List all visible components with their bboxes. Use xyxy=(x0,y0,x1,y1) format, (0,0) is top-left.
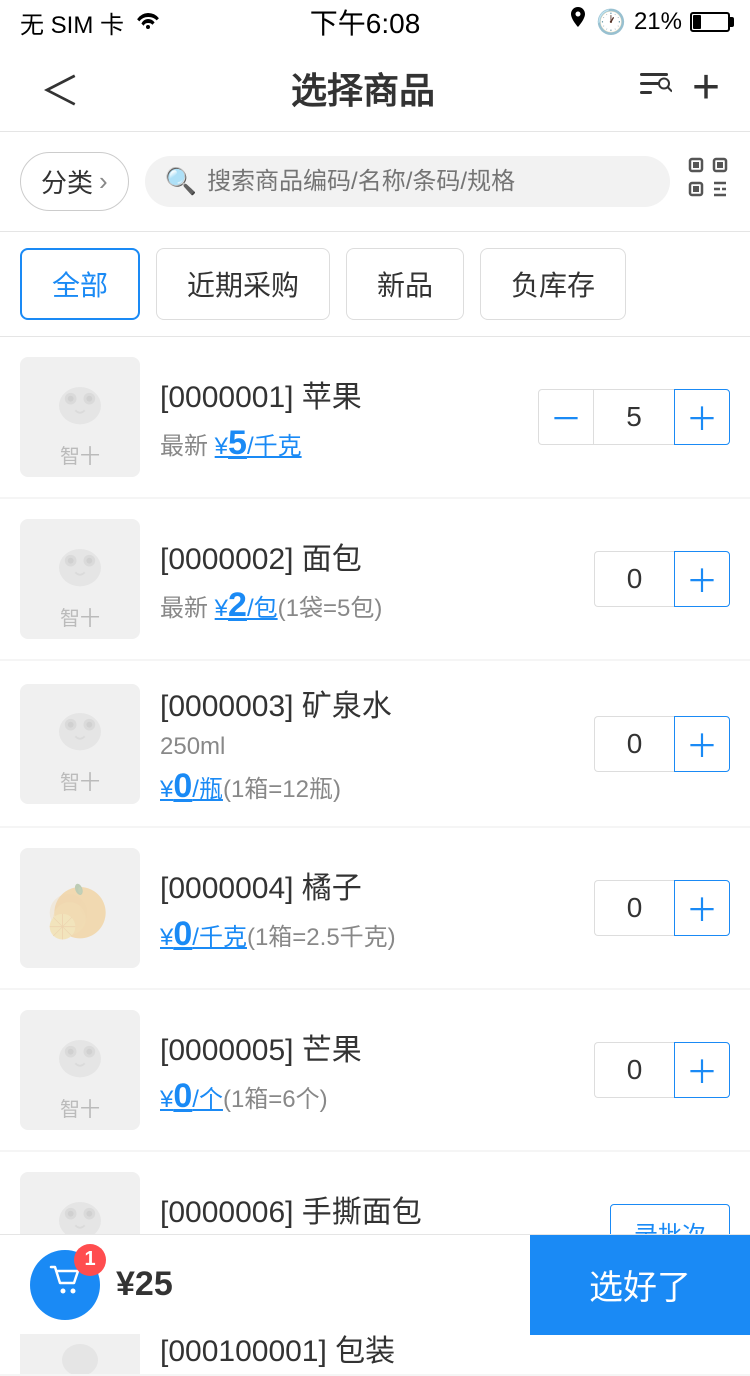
cart-area: 1 ¥25 xyxy=(0,1250,530,1320)
product-image: 智十 xyxy=(20,519,140,639)
status-right: 🕐 21% xyxy=(568,7,730,38)
tab-all[interactable]: 全部 xyxy=(20,248,140,320)
tabs-bar: 全部 近期采购 新品 负库存 xyxy=(0,232,750,337)
product-info: [0000002] 面包 最新 ¥2/包(1袋=5包) xyxy=(160,534,574,625)
quantity-decrease-button[interactable]: － xyxy=(538,389,594,445)
nav-bar: ＜ 选择商品 + xyxy=(0,44,750,132)
filter-bar: 分类 › 🔍 xyxy=(0,132,750,232)
product-price: ¥0/瓶(1箱=12瓶) xyxy=(160,767,574,806)
quantity-increase-button[interactable]: ＋ xyxy=(674,389,730,445)
product-price: ¥0/千克(1箱=2.5千克) xyxy=(160,915,574,954)
list-item: 智十 [0000001] 苹果 最新 ¥5/千克 － ＋ xyxy=(0,337,750,497)
search-input[interactable] xyxy=(207,168,650,196)
filter-icon[interactable] xyxy=(636,65,672,111)
quantity-increase-button[interactable]: ＋ xyxy=(674,551,730,607)
product-name: [0000006] 手撕面包 xyxy=(160,1187,590,1231)
quantity-input[interactable] xyxy=(594,716,674,772)
product-name: [0000005] 芒果 xyxy=(160,1025,574,1069)
list-item: 智十 [0000002] 面包 最新 ¥2/包(1袋=5包) ＋ xyxy=(0,499,750,659)
product-list: 智十 [0000001] 苹果 最新 ¥5/千克 － ＋ xyxy=(0,337,750,1374)
quantity-input[interactable] xyxy=(594,551,674,607)
product-price: 最新 ¥5/千克 xyxy=(160,424,518,463)
battery-percent: 21% xyxy=(634,8,682,36)
quantity-increase-button[interactable]: ＋ xyxy=(674,1042,730,1098)
list-item: 智十 [0000005] 芒果 ¥0/个(1箱=6个) ＋ xyxy=(0,990,750,1150)
carrier-label: 无 SIM 卡 xyxy=(20,5,124,40)
product-info: [0000005] 芒果 ¥0/个(1箱=6个) xyxy=(160,1025,574,1116)
product-name: [0000001] 苹果 xyxy=(160,372,518,416)
tab-recent[interactable]: 近期采购 xyxy=(156,248,330,320)
category-label: 分类 xyxy=(41,163,93,200)
battery-icon xyxy=(690,12,730,32)
add-icon[interactable]: + xyxy=(692,60,720,115)
quantity-control: ＋ xyxy=(594,551,730,607)
product-price: ¥0/个(1箱=6个) xyxy=(160,1077,574,1116)
product-name: [0000002] 面包 xyxy=(160,534,574,578)
status-time: 下午6:08 xyxy=(310,2,421,42)
status-bar: 无 SIM 卡 下午6:08 🕐 21% xyxy=(0,0,750,44)
cart-badge: 1 xyxy=(74,1244,106,1276)
quantity-control: ＋ xyxy=(594,1042,730,1098)
product-image xyxy=(20,848,140,968)
quantity-control: ＋ xyxy=(594,716,730,772)
quantity-control: － ＋ xyxy=(538,389,730,445)
tab-new[interactable]: 新品 xyxy=(346,248,464,320)
list-item: 智十 [0000003] 矿泉水 250ml ¥0/瓶(1箱=12瓶) ＋ xyxy=(0,661,750,826)
product-info: [0000001] 苹果 最新 ¥5/千克 xyxy=(160,372,518,463)
category-chevron-icon: › xyxy=(99,166,108,197)
product-info: [0000003] 矿泉水 250ml ¥0/瓶(1箱=12瓶) xyxy=(160,681,574,806)
location-icon xyxy=(568,7,588,38)
bottom-bar: 1 ¥25 选好了 xyxy=(0,1234,750,1334)
product-name: [0000003] 矿泉水 xyxy=(160,681,574,725)
product-image: 智十 xyxy=(20,684,140,804)
quantity-control: ＋ xyxy=(594,880,730,936)
status-left: 无 SIM 卡 xyxy=(20,5,162,40)
product-name: [0000004] 橘子 xyxy=(160,863,574,907)
product-spec: 250ml xyxy=(160,733,574,761)
quantity-increase-button[interactable]: ＋ xyxy=(674,880,730,936)
alarm-icon: 🕐 xyxy=(596,8,626,37)
cart-button[interactable]: 1 xyxy=(30,1250,100,1320)
tab-negative[interactable]: 负库存 xyxy=(480,248,626,320)
nav-actions: + xyxy=(636,60,720,115)
product-image: 智十 xyxy=(20,1010,140,1130)
search-icon: 🔍 xyxy=(165,166,197,197)
confirm-button[interactable]: 选好了 xyxy=(530,1235,750,1335)
product-info: [0000004] 橘子 ¥0/千克(1箱=2.5千克) xyxy=(160,863,574,954)
quantity-input[interactable] xyxy=(594,1042,674,1098)
category-button[interactable]: 分类 › xyxy=(20,152,129,211)
scan-icon[interactable] xyxy=(686,155,730,208)
back-button[interactable]: ＜ xyxy=(30,49,90,127)
wifi-icon xyxy=(134,8,162,36)
quantity-input[interactable] xyxy=(594,389,674,445)
product-image: 智十 xyxy=(20,357,140,477)
page-title: 选择商品 xyxy=(291,62,435,114)
product-price: 最新 ¥2/包(1袋=5包) xyxy=(160,586,574,625)
list-item: [0000004] 橘子 ¥0/千克(1箱=2.5千克) ＋ xyxy=(0,828,750,988)
search-box: 🔍 xyxy=(145,156,670,207)
cart-total: ¥25 xyxy=(116,1265,173,1304)
quantity-input[interactable] xyxy=(594,880,674,936)
quantity-increase-button[interactable]: ＋ xyxy=(674,716,730,772)
